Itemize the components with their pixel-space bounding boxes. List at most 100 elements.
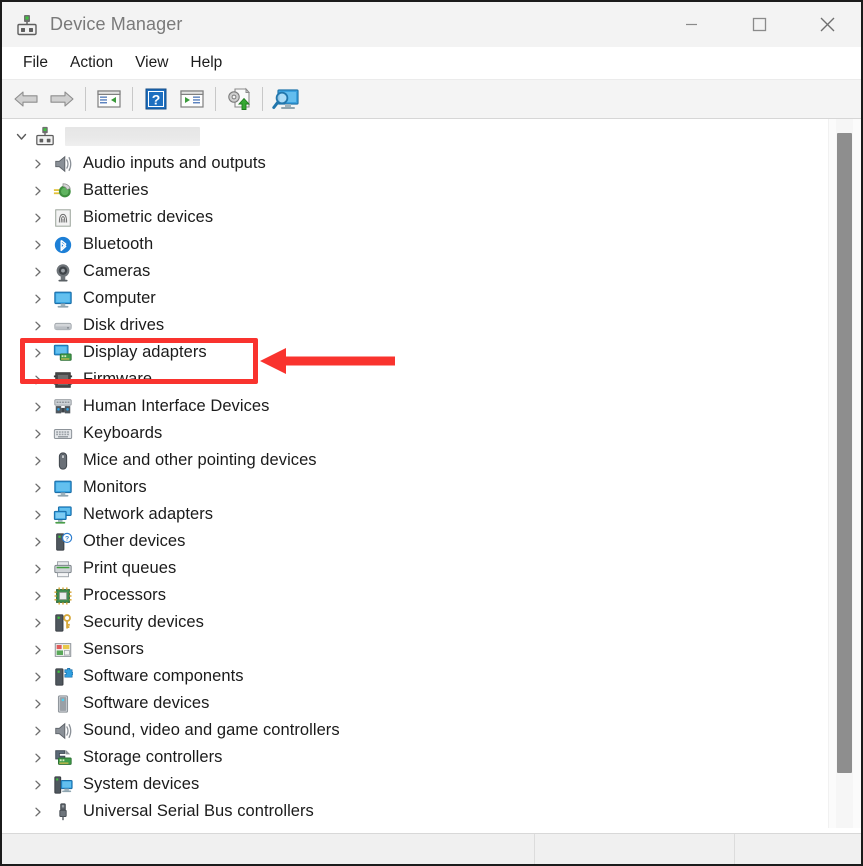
close-button[interactable]: [793, 2, 861, 47]
chevron-right-icon[interactable]: [24, 509, 52, 521]
menu-bar: File Action View Help: [2, 47, 861, 80]
mouse-icon: [52, 451, 74, 471]
tree-item-sensors[interactable]: Sensors: [2, 636, 828, 663]
software-component-icon: [52, 667, 74, 687]
tree-item-sound-video-and-game-controllers[interactable]: Sound, video and game controllers: [2, 717, 828, 744]
tree-item-label: Print queues: [83, 559, 177, 577]
disk-drive-icon: [52, 316, 74, 336]
computer-root-icon: [34, 126, 56, 146]
chevron-down-icon[interactable]: [8, 130, 34, 143]
tree-item-processors[interactable]: Processors: [2, 582, 828, 609]
chevron-right-icon[interactable]: [24, 401, 52, 413]
properties-button[interactable]: [174, 83, 210, 115]
chevron-right-icon[interactable]: [24, 158, 52, 170]
chevron-right-icon[interactable]: [24, 428, 52, 440]
chevron-right-icon[interactable]: [24, 185, 52, 197]
show-hide-console-tree-button[interactable]: [91, 83, 127, 115]
redacted-computer-name: [65, 126, 200, 146]
maximize-button[interactable]: [725, 2, 793, 47]
tree-item-display-adapters[interactable]: Display adapters: [2, 339, 828, 366]
tree-item-label: Mice and other pointing devices: [83, 451, 317, 469]
tree-item-other-devices[interactable]: ? Other devices: [2, 528, 828, 555]
software-device-icon: [52, 694, 74, 714]
tree-item-label: Biometric devices: [83, 208, 214, 226]
tree-item-software-components[interactable]: Software components: [2, 663, 828, 690]
menu-item-action[interactable]: Action: [59, 51, 124, 75]
tree-root-node[interactable]: [2, 122, 828, 150]
chevron-right-icon[interactable]: [24, 671, 52, 683]
tree-item-label: Sensors: [83, 640, 144, 658]
chevron-right-icon[interactable]: [24, 563, 52, 575]
chevron-right-icon[interactable]: [24, 806, 52, 818]
tree-children: Audio inputs and outputs Batteries Biometr…: [2, 150, 828, 825]
tree-item-bluetooth[interactable]: Bluetooth: [2, 231, 828, 258]
chevron-right-icon[interactable]: [24, 239, 52, 251]
tree-item-batteries[interactable]: Batteries: [2, 177, 828, 204]
tree-item-software-devices[interactable]: Software devices: [2, 690, 828, 717]
chevron-right-icon[interactable]: [24, 266, 52, 278]
tree-item-human-interface-devices[interactable]: Human Interface Devices: [2, 393, 828, 420]
tree-item-label: Processors: [83, 586, 167, 604]
scan-hardware-changes-button[interactable]: [268, 83, 304, 115]
status-pane-1: [2, 834, 535, 864]
device-tree[interactable]: Audio inputs and outputs Batteries Biometr…: [2, 119, 828, 828]
scrollbar-thumb[interactable]: [837, 133, 852, 773]
tree-item-label: Storage controllers: [83, 748, 223, 766]
chevron-right-icon[interactable]: [24, 374, 52, 386]
chevron-right-icon[interactable]: [24, 482, 52, 494]
tree-item-cameras[interactable]: Cameras: [2, 258, 828, 285]
tree-item-biometric-devices[interactable]: Biometric devices: [2, 204, 828, 231]
processor-chip-icon: [52, 586, 74, 606]
menu-item-help[interactable]: Help: [179, 51, 233, 75]
tree-item-security-devices[interactable]: Security devices: [2, 609, 828, 636]
tree-item-firmware[interactable]: Firmware: [2, 366, 828, 393]
chevron-right-icon[interactable]: [24, 779, 52, 791]
tree-item-computer[interactable]: Computer: [2, 285, 828, 312]
tree-item-network-adapters[interactable]: Network adapters: [2, 501, 828, 528]
chevron-right-icon[interactable]: [24, 455, 52, 467]
minimize-button[interactable]: [657, 2, 725, 47]
bluetooth-icon: [52, 235, 74, 255]
chevron-right-icon[interactable]: [24, 725, 52, 737]
battery-icon: [52, 181, 74, 201]
tree-item-universal-serial-bus-controllers[interactable]: Universal Serial Bus controllers: [2, 798, 828, 825]
tree-item-keyboards[interactable]: Keyboards: [2, 420, 828, 447]
tree-item-label: Audio inputs and outputs: [83, 154, 266, 172]
device-tree-pane: Audio inputs and outputs Batteries Biometr…: [2, 119, 861, 828]
chevron-right-icon[interactable]: [24, 617, 52, 629]
tree-item-label: Display adapters: [83, 343, 207, 361]
chevron-right-icon[interactable]: [24, 644, 52, 656]
tree-item-disk-drives[interactable]: Disk drives: [2, 312, 828, 339]
system-device-icon: [52, 775, 74, 795]
tree-item-monitors[interactable]: Monitors: [2, 474, 828, 501]
menu-item-file[interactable]: File: [12, 51, 59, 75]
chevron-right-icon[interactable]: [24, 536, 52, 548]
chevron-right-icon[interactable]: [24, 320, 52, 332]
tree-item-print-queues[interactable]: Print queues: [2, 555, 828, 582]
speaker-icon: [52, 154, 74, 174]
tree-item-audio-inputs-and-outputs[interactable]: Audio inputs and outputs: [2, 150, 828, 177]
tree-item-label: Firmware: [83, 370, 153, 388]
chevron-right-icon[interactable]: [24, 212, 52, 224]
tree-item-storage-controllers[interactable]: Storage controllers: [2, 744, 828, 771]
chevron-right-icon[interactable]: [24, 590, 52, 602]
close-icon: [820, 17, 834, 32]
chevron-right-icon[interactable]: [24, 293, 52, 305]
chevron-right-icon[interactable]: [24, 347, 52, 359]
fingerprint-icon: [52, 208, 74, 228]
tree-item-label: Bluetooth: [83, 235, 154, 253]
vertical-scrollbar[interactable]: [828, 119, 861, 828]
chevron-right-icon[interactable]: [24, 752, 52, 764]
menu-item-view[interactable]: View: [124, 51, 179, 75]
chevron-right-icon[interactable]: [24, 698, 52, 710]
update-driver-button[interactable]: [221, 83, 257, 115]
maximize-icon: [752, 17, 766, 32]
storage-controller-icon: [52, 748, 74, 768]
tree-item-label: System devices: [83, 775, 200, 793]
forward-button[interactable]: [44, 83, 80, 115]
back-button[interactable]: [8, 83, 44, 115]
status-pane-2: [535, 834, 735, 864]
help-button[interactable]: ?: [138, 83, 174, 115]
tree-item-system-devices[interactable]: System devices: [2, 771, 828, 798]
tree-item-mice-and-other-pointing-devices[interactable]: Mice and other pointing devices: [2, 447, 828, 474]
